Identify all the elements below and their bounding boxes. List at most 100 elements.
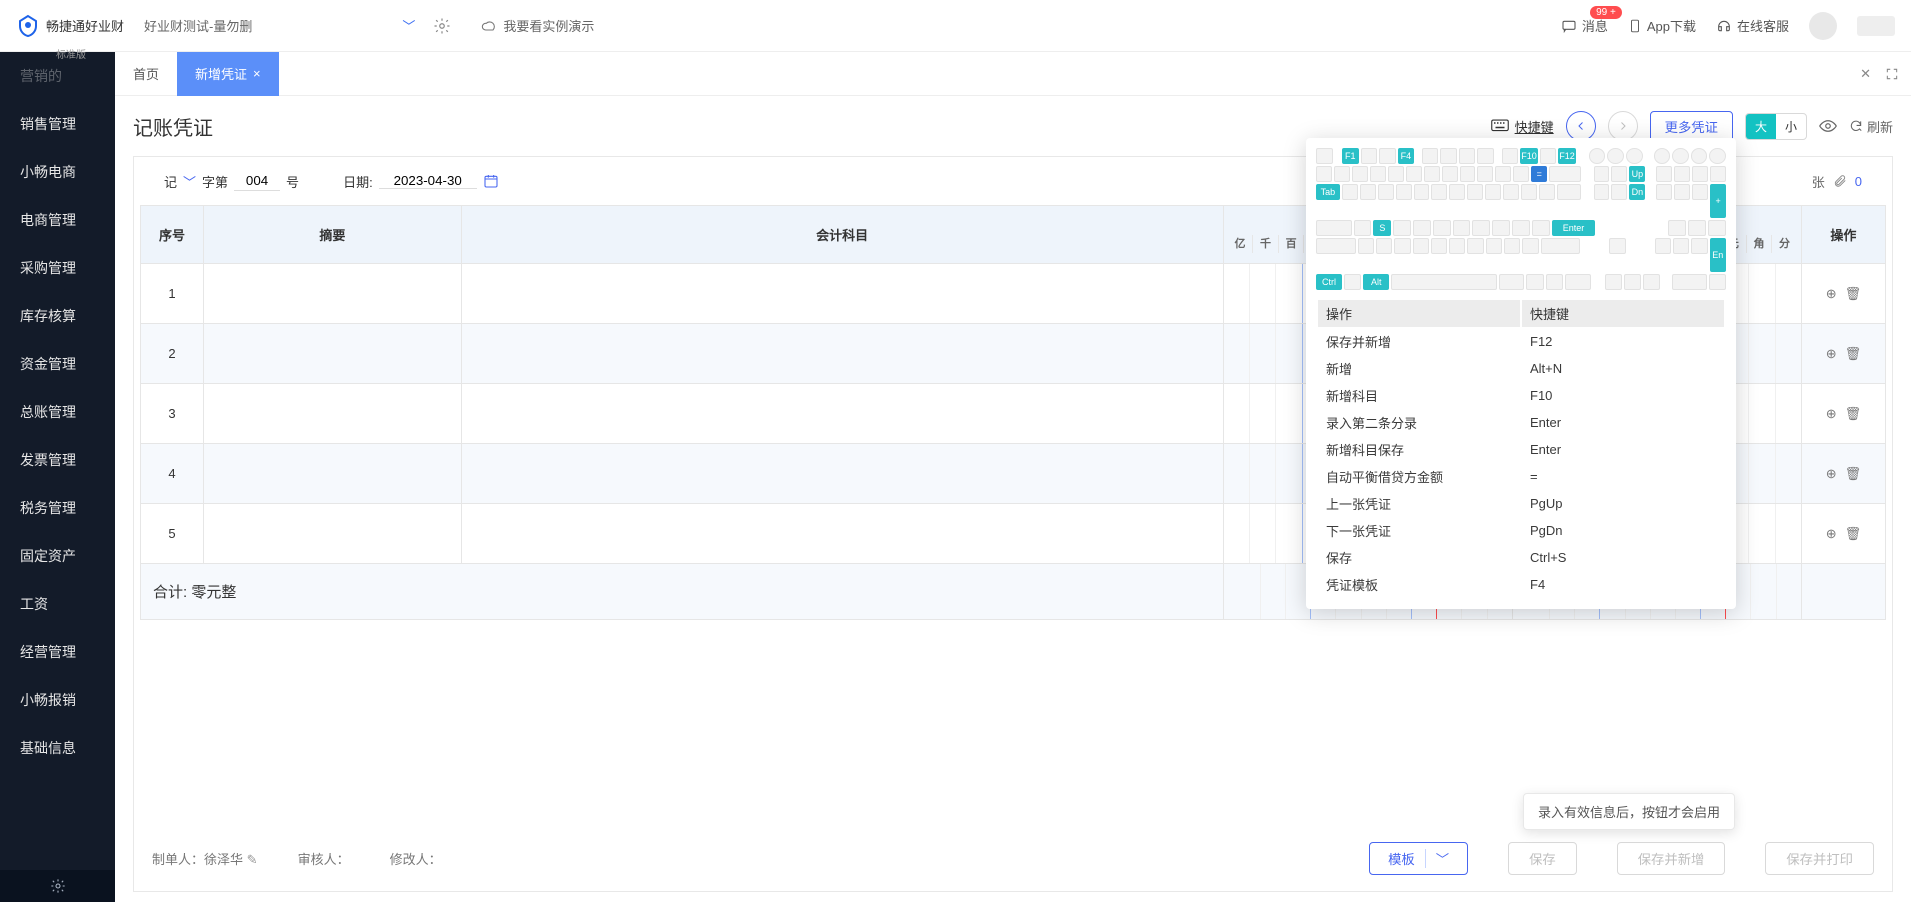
sidebar-item-1[interactable]: 销售管理 bbox=[0, 100, 115, 148]
brand-text: 畅捷通好业财 bbox=[46, 16, 124, 35]
row-idx: 5 bbox=[141, 504, 204, 564]
add-row-icon[interactable]: ⊕ bbox=[1826, 526, 1837, 542]
voucher-number-input[interactable] bbox=[234, 171, 280, 191]
cell-ops: ⊕🗑 bbox=[1801, 504, 1885, 564]
edit-icon[interactable]: ✎ bbox=[247, 852, 258, 867]
sidebar-item-14[interactable]: 基础信息 bbox=[0, 724, 115, 772]
add-row-icon[interactable]: ⊕ bbox=[1826, 406, 1837, 422]
main: 首页 新增凭证 × ✕ 记账凭证 bbox=[115, 52, 1911, 902]
type-label: 记 bbox=[164, 172, 177, 191]
tab-home[interactable]: 首页 bbox=[115, 52, 177, 96]
more-vouchers-button[interactable]: 更多凭证 bbox=[1650, 111, 1733, 142]
sidebar-item-6[interactable]: 资金管理 bbox=[0, 340, 115, 388]
add-row-icon[interactable]: ⊕ bbox=[1826, 466, 1837, 482]
sidebar-item-2[interactable]: 小畅电商 bbox=[0, 148, 115, 196]
message-icon bbox=[1561, 18, 1577, 34]
sidebar-item-12[interactable]: 经营管理 bbox=[0, 628, 115, 676]
headset-icon bbox=[1716, 18, 1732, 34]
word-label: 字第 bbox=[202, 172, 228, 191]
sidebar-item-0[interactable]: 营销的 bbox=[0, 52, 115, 100]
delete-row-icon[interactable]: 🗑 bbox=[1845, 346, 1862, 362]
tab-new-voucher-label: 新增凭证 bbox=[195, 64, 247, 83]
sidebar-settings[interactable] bbox=[0, 870, 115, 902]
preview-icon[interactable] bbox=[1819, 119, 1837, 133]
online-cs-link[interactable]: 在线客服 bbox=[1716, 16, 1789, 35]
sidebar-item-7[interactable]: 总账管理 bbox=[0, 388, 115, 436]
row-idx: 4 bbox=[141, 444, 204, 504]
demo-link-text: 我要看实例演示 bbox=[503, 16, 594, 35]
calendar-icon[interactable] bbox=[483, 173, 499, 189]
cell-summary[interactable] bbox=[204, 504, 462, 564]
delete-row-icon[interactable]: 🗑 bbox=[1845, 286, 1862, 302]
size-large[interactable]: 大 bbox=[1746, 114, 1776, 139]
row-idx: 2 bbox=[141, 324, 204, 384]
chevron-down-icon: ﹀ bbox=[1425, 849, 1449, 868]
delete-row-icon[interactable]: 🗑 bbox=[1845, 466, 1862, 482]
cell-summary[interactable] bbox=[204, 444, 462, 504]
user-tag bbox=[1857, 16, 1895, 36]
cell-account[interactable] bbox=[461, 504, 1223, 564]
refresh-button[interactable]: 刷新 bbox=[1849, 117, 1893, 136]
chevron-down-icon[interactable]: ﹀ bbox=[183, 172, 196, 191]
size-toggle: 大 小 bbox=[1745, 113, 1807, 140]
add-row-icon[interactable]: ⊕ bbox=[1826, 346, 1837, 362]
sidebar-item-4[interactable]: 采购管理 bbox=[0, 244, 115, 292]
shortcut-label: 快捷键 bbox=[1515, 117, 1554, 136]
col-summary: 摘要 bbox=[204, 206, 462, 264]
sidebar-item-11[interactable]: 工资 bbox=[0, 580, 115, 628]
app-download-text: App下载 bbox=[1647, 16, 1696, 35]
template-button[interactable]: 模板 ﹀ bbox=[1369, 842, 1468, 875]
voucher-date-input[interactable] bbox=[379, 173, 477, 189]
refresh-text: 刷新 bbox=[1867, 117, 1893, 136]
save-new-button: 保存并新增 bbox=[1617, 842, 1726, 875]
sidebar-item-8[interactable]: 发票管理 bbox=[0, 436, 115, 484]
audit-row: 制单人：徐泽华 ✎ 审核人： 修改人： 模板 ﹀ 保存 保存并新增 保存并打印 bbox=[134, 826, 1892, 891]
tab-new-voucher[interactable]: 新增凭证 × bbox=[177, 52, 279, 96]
cell-summary[interactable] bbox=[204, 324, 462, 384]
top-header: 畅捷通好业财 标准版 好业财测试-量勿删 ﹀ 我要看实例演示 消息 99 + A… bbox=[0, 0, 1911, 52]
cell-account[interactable] bbox=[461, 444, 1223, 504]
app-download-link[interactable]: App下载 bbox=[1628, 16, 1696, 35]
cell-summary[interactable] bbox=[204, 384, 462, 444]
sidebar-item-13[interactable]: 小畅报销 bbox=[0, 676, 115, 724]
gear-icon[interactable] bbox=[433, 17, 451, 35]
sidebar-item-5[interactable]: 库存核算 bbox=[0, 292, 115, 340]
fullscreen-icon[interactable] bbox=[1885, 67, 1899, 81]
row-idx: 1 bbox=[141, 264, 204, 324]
cell-ops: ⊕🗑 bbox=[1801, 264, 1885, 324]
cell-summary[interactable] bbox=[204, 264, 462, 324]
sidebar-item-3[interactable]: 电商管理 bbox=[0, 196, 115, 244]
demo-link[interactable]: 我要看实例演示 bbox=[481, 16, 594, 35]
keyboard-icon bbox=[1491, 119, 1509, 133]
delete-row-icon[interactable]: 🗑 bbox=[1845, 406, 1862, 422]
shortcut-table: 操作快捷键 保存并新增F12 新增Alt+N 新增科目F10 录入第二条分录En… bbox=[1316, 298, 1726, 599]
phone-icon bbox=[1628, 18, 1642, 34]
messages-link[interactable]: 消息 99 + bbox=[1561, 16, 1608, 35]
tabs-row: 首页 新增凭证 × ✕ bbox=[115, 52, 1911, 96]
logo-icon bbox=[16, 14, 40, 38]
avatar[interactable] bbox=[1809, 12, 1837, 40]
cell-account[interactable] bbox=[461, 384, 1223, 444]
paperclip-icon[interactable] bbox=[1833, 173, 1847, 189]
logo-area: 畅捷通好业财 标准版 bbox=[16, 14, 128, 38]
shortcut-popover: F1F4 F10F12 = Up Tab Dn + bbox=[1306, 138, 1736, 609]
keyboard-diagram: F1F4 F10F12 = Up Tab Dn + bbox=[1316, 148, 1726, 290]
add-row-icon[interactable]: ⊕ bbox=[1826, 286, 1837, 302]
attach-label: 张 bbox=[1812, 172, 1825, 191]
shortcut-link[interactable]: 快捷键 bbox=[1491, 117, 1554, 136]
close-icon[interactable]: × bbox=[253, 66, 261, 81]
next-voucher-button[interactable] bbox=[1608, 111, 1638, 141]
modifier-label: 修改人： bbox=[390, 849, 442, 868]
chevron-down-icon: ﹀ bbox=[402, 16, 415, 35]
prev-voucher-button[interactable] bbox=[1566, 111, 1596, 141]
delete-row-icon[interactable]: 🗑 bbox=[1845, 526, 1862, 542]
size-small[interactable]: 小 bbox=[1776, 114, 1806, 139]
online-cs-text: 在线客服 bbox=[1737, 16, 1789, 35]
cell-account[interactable] bbox=[461, 324, 1223, 384]
context-select[interactable]: 好业财测试-量勿删 ﹀ bbox=[144, 16, 415, 35]
tab-collapse-icon[interactable]: ✕ bbox=[1860, 66, 1871, 82]
save-tooltip: 录入有效信息后，按钮才会启用 bbox=[1523, 793, 1735, 830]
sidebar-item-10[interactable]: 固定资产 bbox=[0, 532, 115, 580]
cell-account[interactable] bbox=[461, 264, 1223, 324]
sidebar-item-9[interactable]: 税务管理 bbox=[0, 484, 115, 532]
